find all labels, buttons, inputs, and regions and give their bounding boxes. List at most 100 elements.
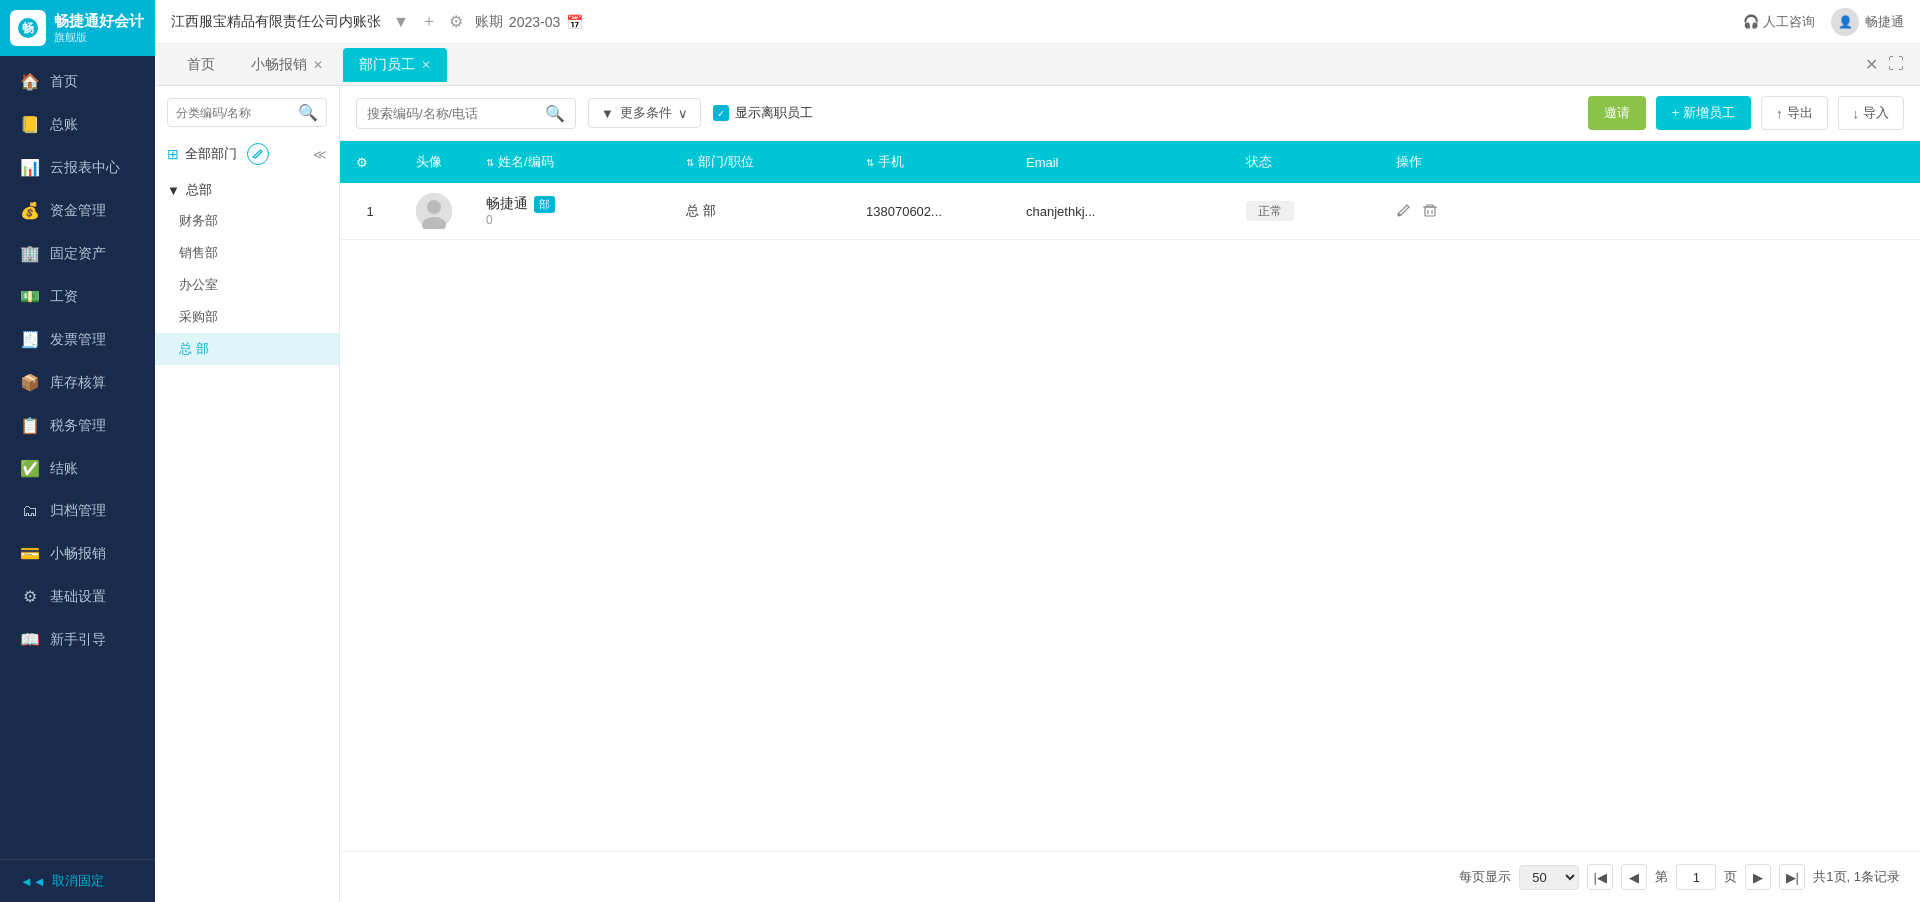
main-area: 江西服宝精品有限责任公司内账张 ▼ ＋ ⚙ 账期 2023-03 📅 🎧 人工咨… — [155, 0, 1920, 902]
employee-table: ⚙ 头像 ⇅ 姓名/编码 ⇅ 部门/ — [340, 141, 1920, 240]
sidebar: 畅 畅捷通好会计 旗舰版 🏠 首页 📒 总账 📊 云报表中心 💰 资金管理 🏢 … — [0, 0, 155, 902]
sidebar-item-tax[interactable]: 📋 税务管理 — [0, 404, 155, 447]
dept-collapse-icon[interactable]: ≪ — [313, 147, 327, 162]
status-badge: 正常 — [1246, 201, 1294, 221]
page-input[interactable] — [1676, 864, 1716, 890]
add-tab-button[interactable]: ＋ — [421, 11, 437, 32]
sidebar-item-reports[interactable]: 📊 云报表中心 — [0, 146, 155, 189]
sidebar-items-list: 🏠 首页 📒 总账 📊 云报表中心 💰 资金管理 🏢 固定资产 💵 工资 🧾 发… — [0, 56, 155, 859]
filter-icon: ▼ — [601, 106, 614, 121]
tab-dept[interactable]: 部门员工 ✕ — [343, 48, 447, 82]
headset-icon: 🎧 — [1743, 14, 1759, 29]
tab-expand-icon[interactable]: ⛶ — [1888, 55, 1904, 74]
prev-page-button[interactable]: ◀ — [1621, 864, 1647, 890]
import-button[interactable]: ↓ 导入 — [1838, 96, 1905, 130]
sidebar-item-assets[interactable]: 🏢 固定资产 — [0, 232, 155, 275]
dept-search-input[interactable] — [176, 106, 292, 120]
avatar — [416, 193, 452, 229]
period-area: 账期 2023-03 📅 — [475, 13, 583, 31]
sidebar-item-checkout[interactable]: ✅ 结账 — [0, 447, 155, 490]
per-page-label: 每页显示 — [1459, 868, 1511, 886]
all-dept-label: 全部部门 — [185, 145, 237, 163]
cell-name: 畅捷通 部 0 — [470, 183, 670, 240]
col-settings[interactable]: ⚙ — [340, 141, 400, 183]
total-label: 共1页, 1条记录 — [1813, 868, 1900, 886]
svg-rect-5 — [1425, 207, 1435, 216]
company-dropdown-icon[interactable]: ▼ — [393, 13, 409, 31]
tab-close-all-icon[interactable]: ✕ — [1865, 55, 1878, 74]
sidebar-item-invoice[interactable]: 🧾 发票管理 — [0, 318, 155, 361]
dept-item-general[interactable]: 总 部 — [155, 333, 339, 365]
sidebar-item-home[interactable]: 🏠 首页 — [0, 60, 155, 103]
settings-icon: ⚙ — [20, 587, 40, 606]
dept-edit-button[interactable] — [247, 143, 269, 165]
sidebar-item-finance[interactable]: 💰 资金管理 — [0, 189, 155, 232]
col-name[interactable]: ⇅ 姓名/编码 — [470, 141, 670, 183]
company-name: 江西服宝精品有限责任公司内账张 — [171, 13, 381, 31]
sidebar-item-inventory[interactable]: 📦 库存核算 — [0, 361, 155, 404]
dept-item-sales[interactable]: 销售部 — [155, 237, 339, 269]
tabbar: 首页 小畅报销 ✕ 部门员工 ✕ ✕ ⛶ — [155, 44, 1920, 86]
dept-search-box[interactable]: 🔍 — [167, 98, 327, 127]
last-page-button[interactable]: ▶| — [1779, 864, 1805, 890]
sidebar-item-salary[interactable]: 💵 工资 — [0, 275, 155, 318]
per-page-select[interactable]: 50 10 20 100 — [1519, 865, 1579, 890]
topbar-settings-icon[interactable]: ⚙ — [449, 12, 463, 31]
salary-icon: 💵 — [20, 287, 40, 306]
cell-phone: 138070602... — [850, 183, 1010, 240]
filter-button[interactable]: ▼ 更多条件 ∨ — [588, 98, 701, 128]
show-resigned-toggle[interactable]: ✓ 显示离职员工 — [713, 104, 813, 122]
sidebar-item-label: 新手引导 — [50, 631, 106, 649]
inventory-icon: 📦 — [20, 373, 40, 392]
sidebar-item-ledger[interactable]: 📒 总账 — [0, 103, 155, 146]
delete-button[interactable] — [1422, 202, 1438, 221]
table-container: ⚙ 头像 ⇅ 姓名/编码 ⇅ 部门/ — [340, 141, 1920, 851]
dept-item-purchase[interactable]: 采购部 — [155, 301, 339, 333]
dept-group-label: ▼ 总部 — [155, 175, 339, 205]
period-label: 账期 — [475, 13, 503, 31]
app-name: 畅捷通好会计 — [54, 12, 144, 30]
sidebar-item-label: 小畅报销 — [50, 545, 106, 563]
page-prefix: 第 — [1655, 868, 1668, 886]
sidebar-item-settings[interactable]: ⚙ 基础设置 — [0, 575, 155, 618]
invite-button[interactable]: 邀请 — [1588, 96, 1646, 130]
user-menu[interactable]: 👤 畅捷通 — [1831, 8, 1904, 36]
add-employee-button[interactable]: + 新增员工 — [1656, 96, 1751, 130]
calendar-icon[interactable]: 📅 — [566, 14, 583, 30]
tab-expense[interactable]: 小畅报销 ✕ — [235, 48, 339, 82]
col-avatar: 头像 — [400, 141, 470, 183]
first-page-button[interactable]: |◀ — [1587, 864, 1613, 890]
avatar: 👤 — [1831, 8, 1859, 36]
employee-search-box[interactable]: 🔍 — [356, 98, 576, 129]
sort-dept-icon: ⇅ — [686, 157, 694, 168]
col-phone[interactable]: ⇅ 手机 — [850, 141, 1010, 183]
grid-icon: ⊞ — [167, 146, 179, 162]
unpin-button[interactable]: ◄◄ 取消固定 — [0, 859, 155, 902]
cell-email: chanjethkj... — [1010, 183, 1230, 240]
sidebar-item-guide[interactable]: 📖 新手引导 — [0, 618, 155, 661]
dept-item-finance[interactable]: 财务部 — [155, 205, 339, 237]
left-arrow-icon: ◄◄ — [20, 874, 46, 889]
assets-icon: 🏢 — [20, 244, 40, 263]
export-button[interactable]: ↑ 导出 — [1761, 96, 1828, 130]
tab-home[interactable]: 首页 — [171, 48, 231, 82]
archive-icon: 🗂 — [20, 502, 40, 520]
col-dept[interactable]: ⇅ 部门/职位 — [670, 141, 850, 183]
support-button[interactable]: 🎧 人工咨询 — [1743, 13, 1815, 31]
tab-expense-close[interactable]: ✕ — [313, 58, 323, 72]
next-page-button[interactable]: ▶ — [1745, 864, 1771, 890]
edit-button[interactable] — [1396, 202, 1412, 221]
expense-icon: 💳 — [20, 544, 40, 563]
sidebar-item-archive[interactable]: 🗂 归档管理 — [0, 490, 155, 532]
sidebar-item-expense[interactable]: 💳 小畅报销 — [0, 532, 155, 575]
tab-dept-close[interactable]: ✕ — [421, 58, 431, 72]
export-label: 导出 — [1787, 104, 1813, 122]
sidebar-item-label: 税务管理 — [50, 417, 106, 435]
employee-search-input[interactable] — [367, 106, 539, 121]
dept-item-office[interactable]: 办公室 — [155, 269, 339, 301]
chevron-down-icon: ∨ — [678, 106, 688, 121]
dept-group-name: 总部 — [186, 181, 212, 199]
page-suffix: 页 — [1724, 868, 1737, 886]
show-resigned-checkbox[interactable]: ✓ — [713, 105, 729, 121]
cell-status: 正常 — [1230, 183, 1380, 240]
